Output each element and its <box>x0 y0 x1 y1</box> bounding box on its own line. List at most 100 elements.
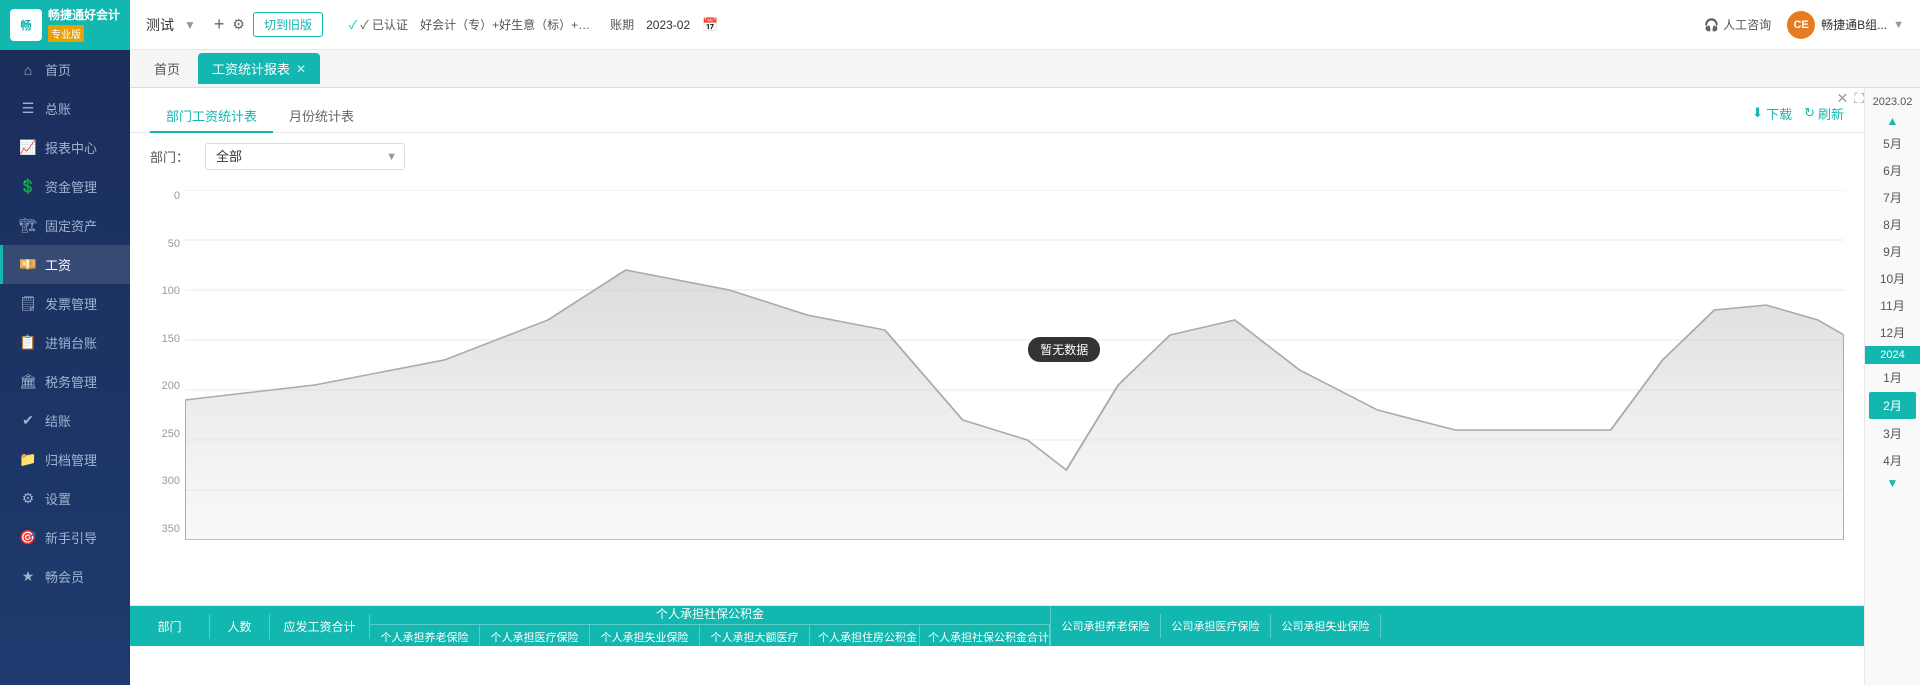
sidebar-label-ledger: 总账 <box>45 99 71 118</box>
th-personal-sub-headers: 个人承担养老保险 个人承担医疗保险 个人承担失业保险 个人承担大额医疗 个人承担… <box>370 625 1050 649</box>
th-dept: 部门 <box>130 614 210 639</box>
sidebar-label-archive: 归档管理 <box>45 450 97 469</box>
topbar-title: 测试 <box>146 15 174 35</box>
th-personal-major-medical: 个人承担大额医疗 <box>700 625 810 649</box>
sidebar-item-settings[interactable]: ⚙ 设置 <box>0 479 130 518</box>
th-personal-housing-fund: 个人承担住房公积金 <box>810 625 920 649</box>
y-label-350: 350 <box>150 523 185 535</box>
ledger-icon: ☰ <box>19 100 37 117</box>
settle-icon: ✔ <box>19 412 37 429</box>
y-label-300: 300 <box>150 475 185 487</box>
chevron-up-button[interactable]: ▲ <box>1865 112 1920 130</box>
sidebar-item-ledger[interactable]: ☰ 总账 <box>0 89 130 128</box>
logo-icon: 畅 <box>10 9 42 41</box>
th-company-medical: 公司承担医疗保险 <box>1161 614 1271 638</box>
chart-container: 350 300 250 200 150 100 50 0 <box>150 190 1844 570</box>
y-label-100: 100 <box>150 285 185 297</box>
tab-home[interactable]: 首页 <box>140 53 194 84</box>
sidebar-label-home: 首页 <box>45 60 71 79</box>
help-button[interactable]: 🎧 人工咨询 <box>1704 16 1771 33</box>
reports-icon: 📈 <box>19 139 37 156</box>
sub-tab-monthly[interactable]: 月份统计表 <box>273 100 370 133</box>
gear-icon[interactable]: ⚙ <box>232 16 245 33</box>
sidebar-item-member[interactable]: ★ 畅会员 <box>0 557 130 596</box>
month-5[interactable]: 5月 <box>1865 130 1920 157</box>
month-9[interactable]: 9月 <box>1865 238 1920 265</box>
download-icon: ⬇ <box>1752 105 1763 121</box>
salary-icon: 💴 <box>19 256 37 273</box>
sidebar-label-settings: 设置 <box>45 489 71 508</box>
dept-select[interactable]: 全部 <box>205 143 405 170</box>
sidebar-item-home[interactable]: ⌂ 首页 <box>0 50 130 89</box>
month-7[interactable]: 7月 <box>1865 184 1920 211</box>
tab-salary-report[interactable]: 工资统计报表 ✕ <box>198 53 320 84</box>
month-10[interactable]: 10月 <box>1865 265 1920 292</box>
calendar-icon[interactable]: 📅 <box>702 17 718 33</box>
th-personal-group: 个人承担社保公积金 个人承担养老保险 个人承担医疗保险 个人承担失业保险 个人承… <box>370 605 1051 649</box>
user-menu[interactable]: CE 畅捷通B组... ▼ <box>1787 11 1904 39</box>
topbar: 测试 ▼ + ⚙ 切到旧版 ✓ ✓ 已认证 好会计（专）+好生意（标）+… 账期… <box>130 0 1920 50</box>
sub-tab-dept[interactable]: 部门工资统计表 <box>150 100 273 133</box>
topbar-arrow-icon[interactable]: ▼ <box>184 18 196 32</box>
window-controls: ✕ ⛶ <box>1836 90 1864 107</box>
dept-label: 部门： <box>150 147 189 166</box>
sidebar-item-guide[interactable]: 🎯 新手引导 <box>0 518 130 557</box>
month-6[interactable]: 6月 <box>1865 157 1920 184</box>
th-personal-group-label: 个人承担社保公积金 <box>370 605 1050 625</box>
sidebar-label-member: 畅会员 <box>45 567 84 586</box>
content-area: ✕ ⛶ 部门工资统计表 月份统计表 ⬇ 下载 ↻ <box>130 88 1920 685</box>
chevron-down-button[interactable]: ▼ <box>1865 474 1920 492</box>
table-header: 部门 人数 应发工资合计 个人承担社保公积金 个人承担养老保险 个人承担医疗保险 <box>130 606 1864 646</box>
sidebar-item-archive[interactable]: 📁 归档管理 <box>0 440 130 479</box>
topbar-status: ✓ ✓ 已认证 好会计（专）+好生意（标）+… 账期 2023-02 📅 <box>349 16 718 33</box>
month-12[interactable]: 12月 <box>1865 319 1920 346</box>
download-button[interactable]: ⬇ 下载 <box>1752 104 1792 123</box>
month-2024-1[interactable]: 1月 <box>1865 364 1920 391</box>
sidebar-item-invoice[interactable]: 🗒 发票管理 <box>0 284 130 323</box>
user-chevron-icon: ▼ <box>1893 19 1904 31</box>
sidebar-item-tax[interactable]: 🏛 税务管理 <box>0 362 130 401</box>
y-label-200: 200 <box>150 380 185 392</box>
sidebar-item-assets[interactable]: 🏗 固定资产 <box>0 206 130 245</box>
chart-tooltip: 暂无数据 <box>1028 337 1100 362</box>
member-icon: ★ <box>19 568 37 585</box>
y-label-50: 50 <box>150 238 185 250</box>
sidebar-item-sales[interactable]: 📋 进销台账 <box>0 323 130 362</box>
th-headcount: 人数 <box>210 614 270 639</box>
tab-home-label: 首页 <box>154 59 180 78</box>
switch-old-button[interactable]: 切到旧版 <box>253 12 323 37</box>
right-panel: 2023.02 ▲ 5月 6月 7月 8月 9月 10月 11月 12月 202… <box>1864 88 1920 685</box>
area-path <box>185 270 1844 540</box>
sidebar-item-settle[interactable]: ✔ 结账 <box>0 401 130 440</box>
sidebar-item-reports[interactable]: 📈 报表中心 <box>0 128 130 167</box>
sidebar-item-salary[interactable]: 💴 工资 <box>0 245 130 284</box>
th-company-pension: 公司承担养老保险 <box>1051 614 1161 638</box>
sidebar-item-funds[interactable]: 💲 资金管理 <box>0 167 130 206</box>
sidebar-label-tax: 税务管理 <box>45 372 97 391</box>
sidebar-label-reports: 报表中心 <box>45 138 97 157</box>
tab-close-icon[interactable]: ✕ <box>296 62 306 76</box>
month-8[interactable]: 8月 <box>1865 211 1920 238</box>
expand-panel-button[interactable]: ⛶ <box>1854 90 1864 107</box>
add-icon[interactable]: + <box>214 14 225 35</box>
chart-area: 350 300 250 200 150 100 50 0 <box>130 180 1864 605</box>
period-label: 账期 <box>610 16 634 33</box>
main-area: 测试 ▼ + ⚙ 切到旧版 ✓ ✓ 已认证 好会计（专）+好生意（标）+… 账期… <box>130 0 1920 685</box>
app-name: 畅捷通好会计 <box>48 8 120 22</box>
month-11[interactable]: 11月 <box>1865 292 1920 319</box>
toolbar: 部门： 全部 ▼ <box>130 133 1864 180</box>
year-2024-label[interactable]: 2024 <box>1865 346 1920 364</box>
month-2024-3[interactable]: 3月 <box>1865 420 1920 447</box>
month-2024-4[interactable]: 4月 <box>1865 447 1920 474</box>
app-version: 专业版 <box>48 25 84 42</box>
month-2024-2[interactable]: 2月 <box>1869 392 1916 419</box>
user-avatar: CE <box>1787 11 1815 39</box>
logo-text-block: 畅捷通好会计 专业版 <box>48 8 120 41</box>
sidebar-label-funds: 资金管理 <box>45 177 97 196</box>
sidebar: 畅 畅捷通好会计 专业版 ⌂ 首页 ☰ 总账 📈 报表中心 💲 资金管理 🏗 固… <box>0 0 130 685</box>
close-panel-button[interactable]: ✕ <box>1836 90 1848 107</box>
year-month-display: 2023.02 <box>1865 92 1920 112</box>
sidebar-logo: 畅 畅捷通好会计 专业版 <box>0 0 130 50</box>
verified-status: ✓ ✓ 已认证 <box>349 16 408 33</box>
y-label-0: 0 <box>150 190 185 202</box>
